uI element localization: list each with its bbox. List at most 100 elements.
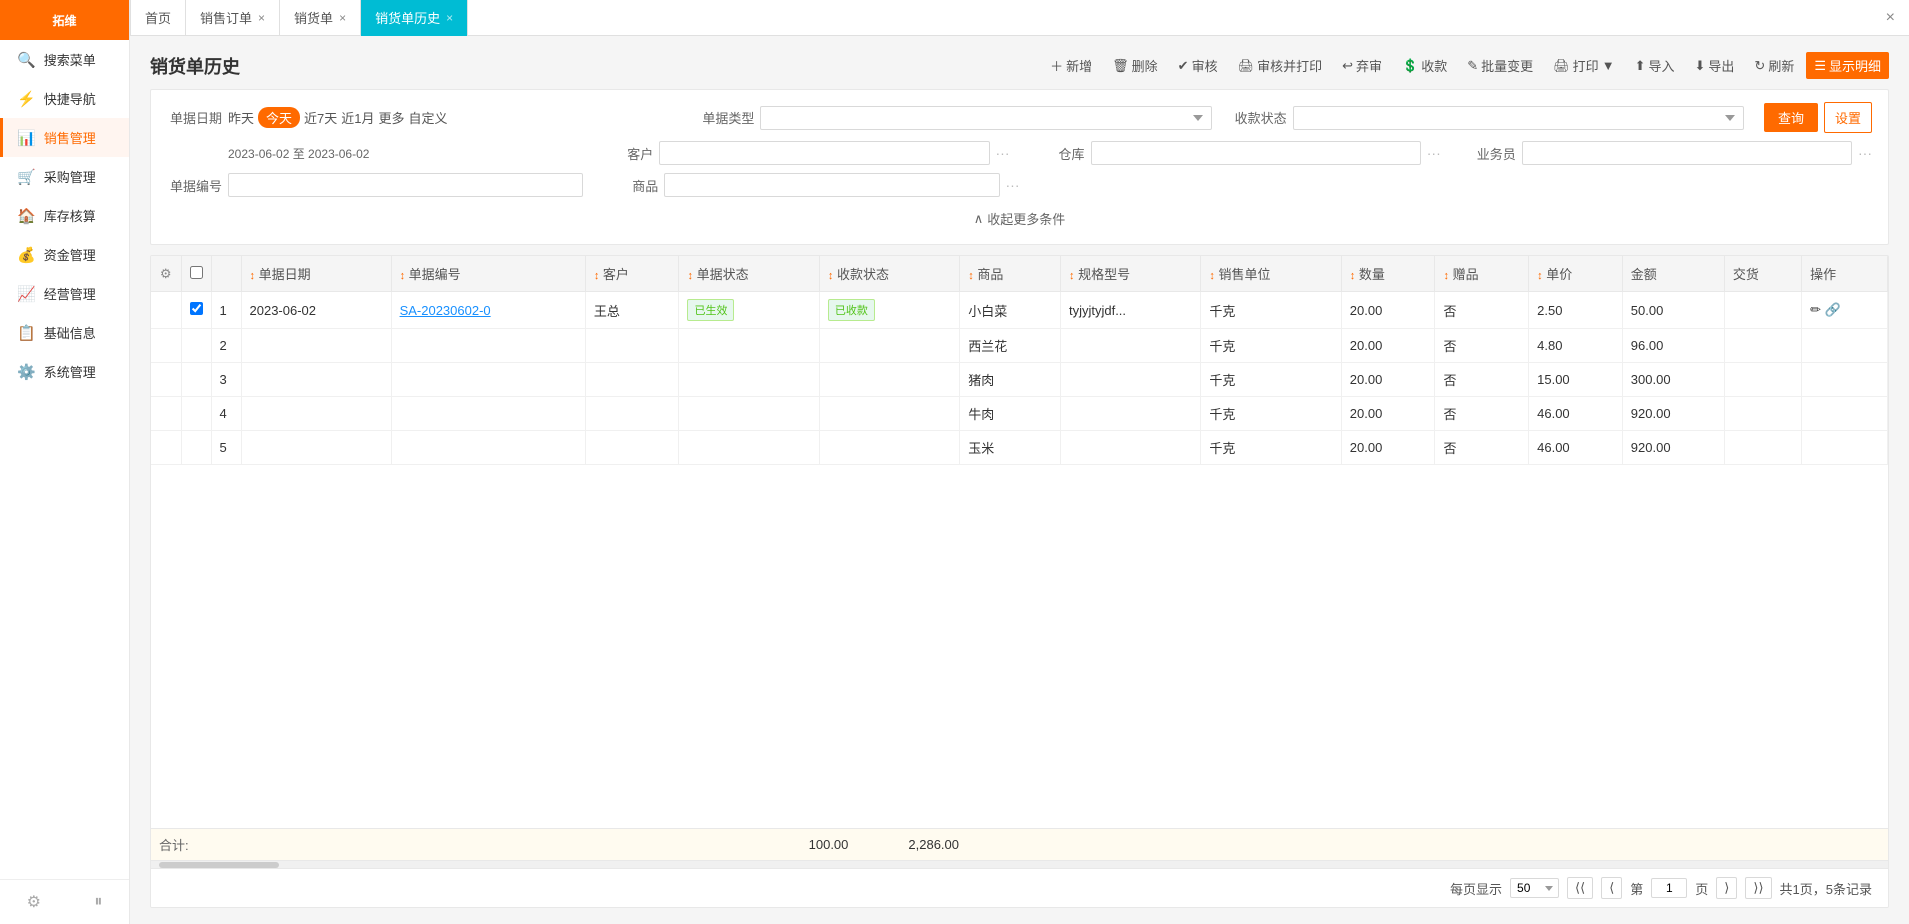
cell-checkbox[interactable] xyxy=(181,431,211,465)
sort-docstatus-icon[interactable]: ↕ xyxy=(687,270,693,282)
select-all-checkbox[interactable] xyxy=(190,266,203,279)
tab-home[interactable]: 首页 xyxy=(130,0,186,36)
sidebar-item-quick-nav[interactable]: ⚡ 快捷导航 xyxy=(0,79,129,118)
sort-product-icon[interactable]: ↕ xyxy=(968,270,974,282)
tab-sales-delivery-close[interactable]: × xyxy=(339,11,346,25)
col-pay-status[interactable]: ↕ 收款状态 xyxy=(819,256,959,292)
col-unit[interactable]: ↕ 销售单位 xyxy=(1201,256,1341,292)
sidebar-item-inventory[interactable]: 🏠 库存核算 xyxy=(0,196,129,235)
print-button[interactable]: 🖨 打印 ▼ xyxy=(1545,52,1622,79)
sidebar-item-base[interactable]: 📋 基础信息 xyxy=(0,313,129,352)
settings-button[interactable]: 设置 xyxy=(1824,102,1872,133)
col-num xyxy=(211,256,241,292)
customer-dots[interactable]: ··· xyxy=(996,145,1010,161)
tab-sales-history-close[interactable]: × xyxy=(446,11,453,25)
tab-sales-order[interactable]: 销售订单 × xyxy=(186,0,280,36)
sort-price-icon[interactable]: ↕ xyxy=(1537,270,1543,282)
query-button[interactable]: 查询 xyxy=(1764,103,1818,132)
col-product[interactable]: ↕ 商品 xyxy=(960,256,1061,292)
import-button[interactable]: ⬆ 导入 xyxy=(1627,52,1683,79)
sidebar-collapse-button[interactable]: ⏸ xyxy=(90,889,106,915)
col-doc-status[interactable]: ↕ 单据状态 xyxy=(679,256,819,292)
sidebar-item-purchase[interactable]: 🛒 采购管理 xyxy=(0,157,129,196)
shortcut-7days[interactable]: 近7天 xyxy=(304,108,337,127)
cell-action[interactable] xyxy=(1802,397,1888,431)
warehouse-dots[interactable]: ··· xyxy=(1427,145,1441,161)
col-checkbox[interactable] xyxy=(181,256,211,292)
cell-action[interactable] xyxy=(1802,329,1888,363)
cell-action[interactable] xyxy=(1802,363,1888,397)
sidebar-settings-button[interactable]: ⚙ xyxy=(23,888,45,916)
collect-button[interactable]: 💲 收款 xyxy=(1394,52,1455,79)
page-number-input[interactable] xyxy=(1651,878,1687,898)
new-button[interactable]: ＋ 新增 xyxy=(1042,52,1100,79)
shortcut-more[interactable]: 更多 xyxy=(379,108,405,127)
shortcut-custom[interactable]: 自定义 xyxy=(409,108,448,127)
sort-spec-icon[interactable]: ↕ xyxy=(1069,270,1075,282)
audit-print-button[interactable]: 🖨 审核并打印 xyxy=(1230,52,1331,79)
prev-page-button[interactable]: ⟨ xyxy=(1601,877,1622,899)
cell-action[interactable] xyxy=(1802,431,1888,465)
pay-status-select[interactable] xyxy=(1293,106,1744,130)
sidebar-item-search[interactable]: 🔍 搜索菜单 xyxy=(0,40,129,79)
sort-date-icon[interactable]: ↕ xyxy=(250,270,256,282)
first-page-button[interactable]: ⟨⟨ xyxy=(1567,877,1593,899)
col-customer[interactable]: ↕ 客户 xyxy=(585,256,679,292)
cell-pay-status xyxy=(819,329,959,363)
shortcut-today[interactable]: 今天 xyxy=(258,107,300,128)
shortcut-1month[interactable]: 近1月 xyxy=(341,108,374,127)
product-dots[interactable]: ··· xyxy=(1006,177,1020,193)
cell-doc-no[interactable]: SA-20230602-0 xyxy=(391,292,585,329)
tab-sales-order-close[interactable]: × xyxy=(258,11,265,25)
abandon-button[interactable]: ↩ 弃审 xyxy=(1334,52,1390,79)
shortcut-yesterday[interactable]: 昨天 xyxy=(228,108,254,127)
show-detail-button[interactable]: ☰ 显示明细 xyxy=(1806,52,1889,79)
next-page-button[interactable]: ⟩ xyxy=(1716,877,1737,899)
page-size-select[interactable]: 50 100 200 xyxy=(1510,878,1559,898)
horizontal-scrollbar[interactable] xyxy=(151,860,1888,868)
col-settings[interactable]: ⚙ xyxy=(151,256,181,292)
customer-input[interactable] xyxy=(659,141,989,165)
salesperson-dots[interactable]: ··· xyxy=(1858,145,1872,161)
col-spec[interactable]: ↕ 规格型号 xyxy=(1060,256,1200,292)
global-close-button[interactable]: × xyxy=(1872,9,1909,27)
cell-action[interactable]: ✏ 🔗 xyxy=(1802,292,1888,329)
col-qty[interactable]: ↕ 数量 xyxy=(1341,256,1435,292)
last-page-button[interactable]: ⟩⟩ xyxy=(1745,877,1771,899)
doc-no-input[interactable] xyxy=(228,173,583,197)
refresh-button[interactable]: ↻ 刷新 xyxy=(1746,52,1802,79)
table-row: 3猪肉千克20.00否15.00300.00 xyxy=(151,363,1888,397)
col-doc-no[interactable]: ↕ 单据编号 xyxy=(391,256,585,292)
sort-unit-icon[interactable]: ↕ xyxy=(1209,270,1215,282)
col-gift[interactable]: ↕ 赠品 xyxy=(1435,256,1529,292)
audit-button[interactable]: ✔ 审核 xyxy=(1170,52,1226,79)
table-summary: 合计: 100.00 2,286.00 xyxy=(151,828,1888,860)
export-button[interactable]: ⬇ 导出 xyxy=(1686,52,1742,79)
delete-button[interactable]: 🗑 删除 xyxy=(1104,52,1166,79)
cell-checkbox[interactable] xyxy=(181,363,211,397)
cell-checkbox[interactable] xyxy=(181,329,211,363)
sort-customer-icon[interactable]: ↕ xyxy=(594,270,600,282)
sidebar-item-operations[interactable]: 📈 经营管理 xyxy=(0,274,129,313)
salesperson-input[interactable] xyxy=(1522,141,1852,165)
col-amount[interactable]: 金额 xyxy=(1622,256,1724,292)
collapse-button[interactable]: ∧ 收起更多条件 xyxy=(167,205,1872,232)
product-input[interactable] xyxy=(664,173,999,197)
cell-checkbox[interactable] xyxy=(181,292,211,329)
sort-docno-icon[interactable]: ↕ xyxy=(400,270,406,282)
batch-change-button[interactable]: ✎ 批量变更 xyxy=(1459,52,1541,79)
tab-sales-history[interactable]: 销货单历史 × xyxy=(361,0,468,36)
sidebar-item-sales[interactable]: 📊 销售管理 xyxy=(0,118,129,157)
sort-qty-icon[interactable]: ↕ xyxy=(1350,270,1356,282)
sort-gift-icon[interactable]: ↕ xyxy=(1443,270,1449,282)
col-price[interactable]: ↕ 单价 xyxy=(1529,256,1623,292)
sidebar-item-finance[interactable]: 💰 资金管理 xyxy=(0,235,129,274)
sidebar-item-system[interactable]: ⚙️ 系统管理 xyxy=(0,352,129,391)
cell-spec: tyjyjtyjdf... xyxy=(1060,292,1200,329)
col-date[interactable]: ↕ 单据日期 xyxy=(241,256,391,292)
doc-type-select[interactable] xyxy=(760,106,1211,130)
sort-paystatus-icon[interactable]: ↕ xyxy=(828,270,834,282)
tab-sales-delivery[interactable]: 销货单 × xyxy=(280,0,361,36)
warehouse-input[interactable] xyxy=(1091,141,1421,165)
cell-checkbox[interactable] xyxy=(181,397,211,431)
